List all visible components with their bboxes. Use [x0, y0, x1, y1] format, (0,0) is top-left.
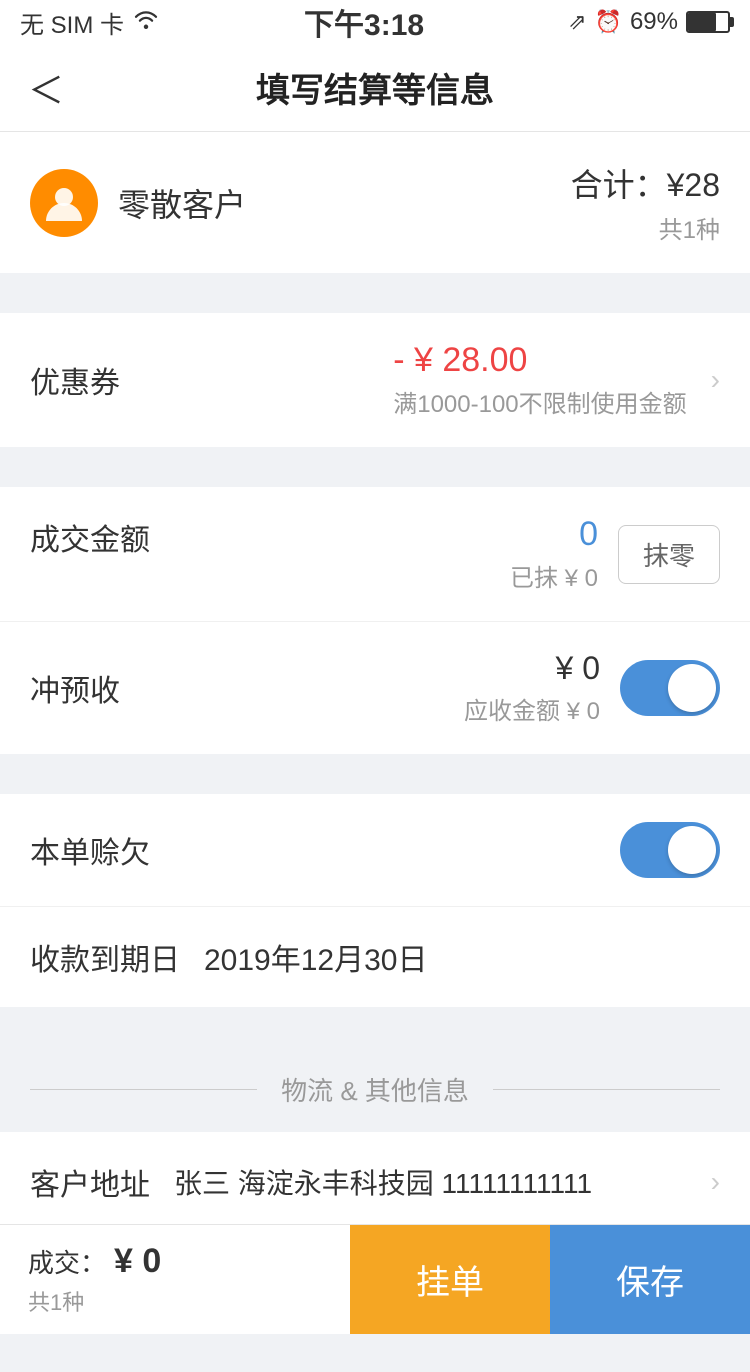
due-date-row: 收款到期日 2019年12月30日 [0, 906, 750, 1007]
logistics-line-right [493, 1089, 720, 1090]
deal-label: 成交： [28, 1243, 106, 1280]
status-bar: 无 SIM 卡 下午3:18 ⇗ ⏰ 69% [0, 0, 750, 44]
debt-row: 本单赊欠 [0, 794, 750, 906]
due-date-label: 收款到期日 [30, 935, 180, 979]
bottom-count: 共1种 [28, 1285, 322, 1317]
battery-label: 69% [630, 8, 678, 36]
prepay-label: 冲预收 [30, 666, 120, 710]
logistics-header: 物流 & 其他信息 [0, 1047, 750, 1132]
coupon-value: - ¥ 28.00 [393, 341, 686, 380]
due-date-value: 2019年12月30日 [204, 935, 427, 979]
bottom-bar: 成交： ¥ 0 共1种 挂单 保存 [0, 1224, 750, 1334]
prepay-toggle[interactable] [620, 660, 720, 716]
save-button[interactable]: 保存 [550, 1225, 750, 1334]
coupon-right: - ¥ 28.00 满1000-100不限制使用金额 › [393, 341, 720, 419]
total-count: 共1种 [571, 210, 720, 245]
address-chevron-icon: › [711, 1166, 720, 1198]
prepay-sub: 应收金额 ¥ 0 [464, 691, 600, 726]
amount-row: 成交金额 0 已抹 ¥ 0 抹零 [0, 487, 750, 621]
wifi-icon [132, 8, 160, 36]
debt-toggle[interactable] [620, 822, 720, 878]
deal-amount: ¥ 0 [114, 1242, 161, 1281]
customer-section: 零散客户 合计：¥28 共1种 [0, 132, 750, 273]
back-button[interactable]: ＜ [28, 62, 64, 114]
debt-section: 本单赊欠 收款到期日 2019年12月30日 [0, 794, 750, 1007]
alarm-icon: ⏰ [595, 9, 622, 35]
customer-row: 零散客户 合计：¥28 共1种 [0, 132, 750, 273]
hang-single-button[interactable]: 挂单 [350, 1225, 550, 1334]
customer-right: 合计：¥28 共1种 [571, 160, 720, 245]
debt-label: 本单赊欠 [30, 828, 150, 872]
customer-name: 零散客户 [118, 180, 246, 226]
transaction-section: 成交金额 0 已抹 ¥ 0 抹零 冲预收 ¥ 0 应收金额 ¥ 0 [0, 487, 750, 754]
coupon-section: 优惠券 - ¥ 28.00 满1000-100不限制使用金额 › [0, 313, 750, 447]
bottom-info: 成交： ¥ 0 共1种 [0, 1225, 350, 1334]
address-content: 客户地址 张三 海淀永丰科技园 11111111111 [30, 1160, 703, 1204]
total-price: 合计：¥28 [571, 160, 720, 206]
time-label: 下午3:18 [304, 0, 424, 44]
avatar [30, 169, 98, 237]
amount-right: 0 已抹 ¥ 0 抹零 [510, 515, 720, 593]
status-left: 无 SIM 卡 [20, 5, 160, 40]
address-section: 客户地址 张三 海淀永丰科技园 11111111111 › [0, 1132, 750, 1232]
address-row[interactable]: 客户地址 张三 海淀永丰科技园 11111111111 › [0, 1132, 750, 1232]
transaction-sub: 已抹 ¥ 0 [510, 558, 598, 593]
location-icon: ⇗ [568, 9, 586, 35]
logistics-line-left [30, 1089, 257, 1090]
nav-bar: ＜ 填写结算等信息 [0, 44, 750, 132]
round-zero-button[interactable]: 抹零 [618, 525, 720, 584]
address-label: 客户地址 [30, 1160, 150, 1204]
prepay-right: ¥ 0 应收金额 ¥ 0 [464, 650, 720, 726]
battery-icon [686, 11, 730, 33]
coupon-sub: 满1000-100不限制使用金额 [393, 384, 686, 419]
chevron-icon: › [711, 364, 720, 396]
transaction-value: 0 [510, 515, 598, 554]
status-right: ⇗ ⏰ 69% [568, 8, 730, 36]
page-title: 填写结算等信息 [256, 63, 494, 112]
carrier-label: 无 SIM 卡 [20, 5, 124, 40]
prepay-row: 冲预收 ¥ 0 应收金额 ¥ 0 [0, 621, 750, 754]
customer-left: 零散客户 [30, 169, 246, 237]
logistics-title: 物流 & 其他信息 [281, 1071, 469, 1108]
coupon-label: 优惠券 [30, 358, 120, 402]
transaction-label: 成交金额 [30, 515, 150, 559]
coupon-row[interactable]: 优惠券 - ¥ 28.00 满1000-100不限制使用金额 › [0, 313, 750, 447]
address-value: 张三 海淀永丰科技园 11111111111 [174, 1162, 703, 1202]
prepay-value: ¥ 0 [464, 650, 600, 687]
